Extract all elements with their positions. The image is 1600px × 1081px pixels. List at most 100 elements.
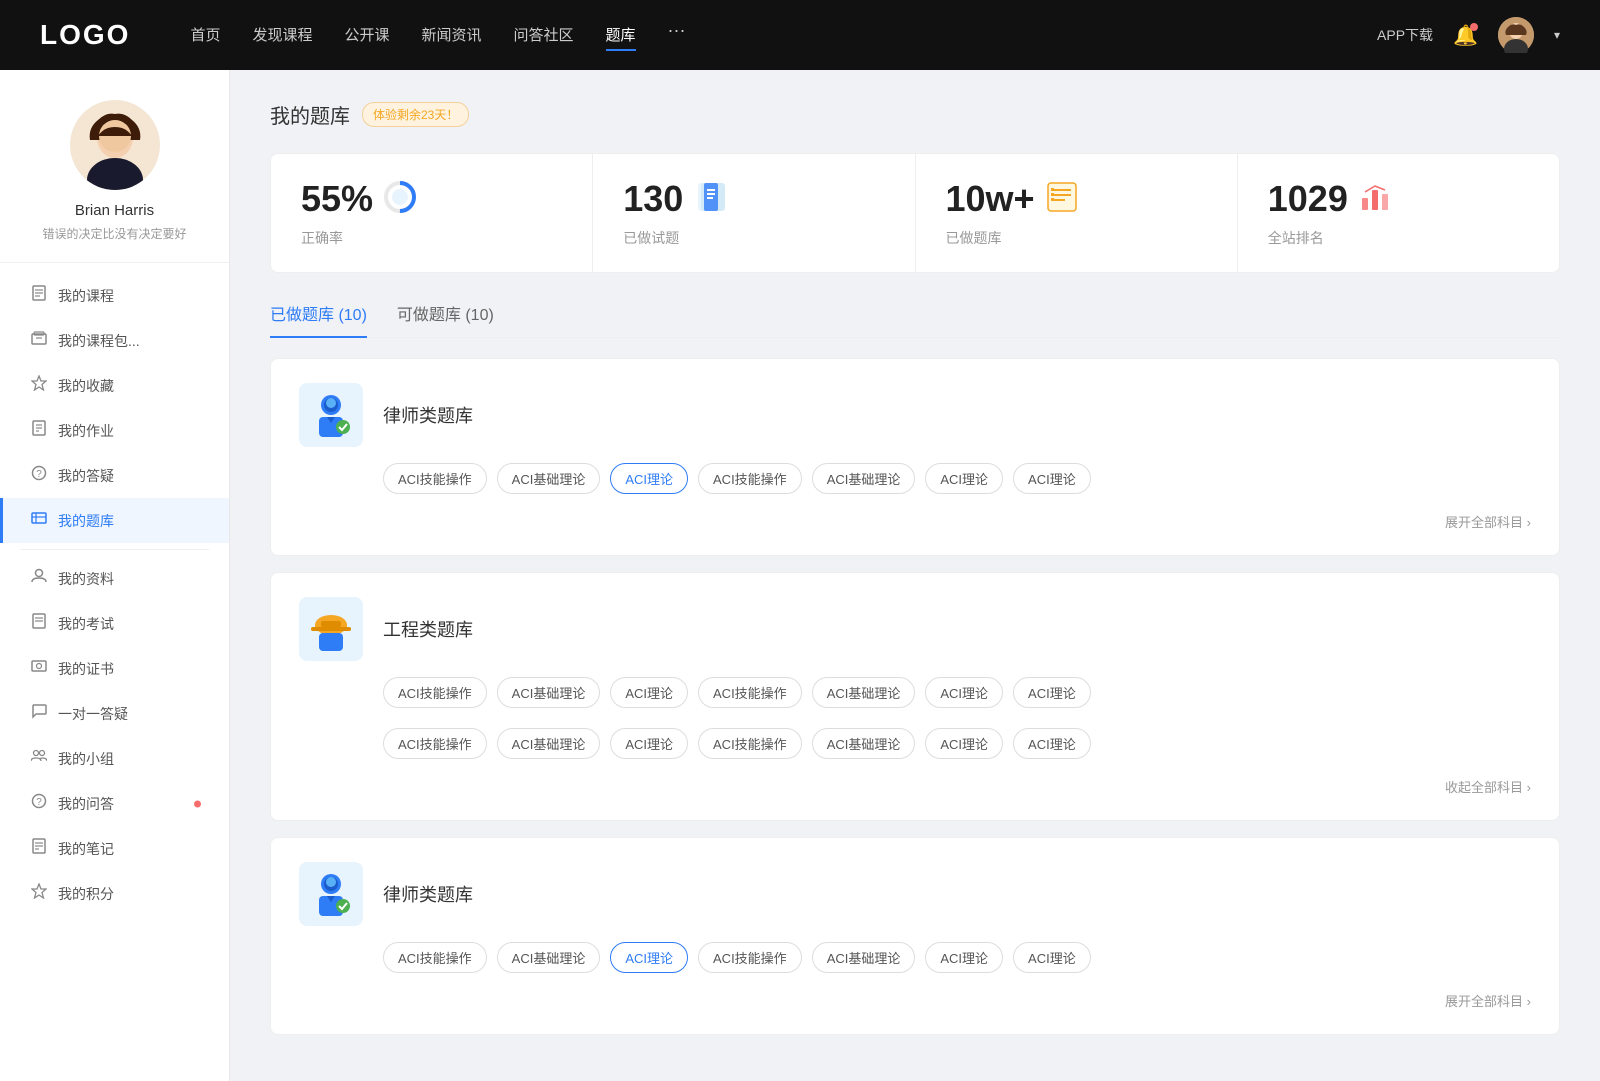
eng-tag-13[interactable]: ACI理论 <box>1013 728 1091 759</box>
sidebar-item-notes[interactable]: 我的笔记 <box>0 826 229 871</box>
law2-tag-3[interactable]: ACI技能操作 <box>698 942 802 973</box>
eng-tag-9[interactable]: ACI理论 <box>610 728 688 759</box>
eng-tag-2[interactable]: ACI理论 <box>610 677 688 708</box>
nav-right: APP下载 🔔 ▾ <box>1377 17 1560 53</box>
accuracy-value: 55% <box>301 178 373 220</box>
list-icon <box>1045 180 1079 219</box>
nav-discover[interactable]: 发现课程 <box>252 20 312 51</box>
eng-tag-4[interactable]: ACI基础理论 <box>812 677 916 708</box>
qbank-tags-1: ACI技能操作 ACI基础理论 ACI理论 ACI技能操作 ACI基础理论 AC… <box>299 463 1531 531</box>
sidebar-item-1on1[interactable]: 一对一答疑 <box>0 691 229 736</box>
accuracy-label: 正确率 <box>301 228 562 248</box>
sidebar-item-my-course[interactable]: 我的课程 <box>0 273 229 318</box>
expand-link-1[interactable]: 展开全部科目 › <box>383 504 1531 531</box>
sidebar-item-course-pack[interactable]: 我的课程包... <box>0 318 229 363</box>
eng-tag-1[interactable]: ACI基础理论 <box>497 677 601 708</box>
nav-news[interactable]: 新闻资讯 <box>422 20 482 51</box>
question-bank-icon <box>30 510 48 531</box>
sidebar-item-profile[interactable]: 我的资料 <box>0 556 229 601</box>
sidebar-item-exam[interactable]: 我的考试 <box>0 601 229 646</box>
expand-link-3[interactable]: 展开全部科目 › <box>383 983 1531 1010</box>
navbar: LOGO 首页 发现课程 公开课 新闻资讯 问答社区 题库 ··· APP下载 … <box>0 0 1600 70</box>
stat-banks-done: 10w+ 已做题库 <box>916 154 1238 272</box>
nav-question-bank[interactable]: 题库 <box>606 20 636 51</box>
sidebar-item-group[interactable]: 我的小组 <box>0 736 229 781</box>
stat-top-accuracy: 55% <box>301 178 562 220</box>
group-icon <box>30 748 48 769</box>
law2-tag-6[interactable]: ACI理论 <box>1013 942 1091 973</box>
stats-row: 55% 正确率 130 <box>270 153 1560 273</box>
note-icon <box>693 180 727 219</box>
sidebar-item-certificate[interactable]: 我的证书 <box>0 646 229 691</box>
nav-more[interactable]: ··· <box>668 20 686 51</box>
nav-chevron-icon[interactable]: ▾ <box>1554 28 1560 42</box>
eng-tag-12[interactable]: ACI理论 <box>925 728 1003 759</box>
eng-tag-5[interactable]: ACI理论 <box>925 677 1003 708</box>
sidebar-item-questions[interactable]: ? 我的答疑 <box>0 453 229 498</box>
banks-label: 已做题库 <box>946 228 1207 248</box>
expand-link-2[interactable]: 收起全部科目 › <box>383 769 1531 796</box>
tag-3[interactable]: ACI技能操作 <box>698 463 802 494</box>
qa-notification-dot <box>194 800 201 807</box>
engineer-icon <box>299 597 363 661</box>
qbank-header-1: 律师类题库 <box>299 383 1531 447</box>
tab-done-banks[interactable]: 已做题库 (10) <box>270 301 367 337</box>
title-row: 我的题库 体验剩余23天！ <box>270 100 1560 129</box>
eng-tag-3[interactable]: ACI技能操作 <box>698 677 802 708</box>
law2-tag-4[interactable]: ACI基础理论 <box>812 942 916 973</box>
sidebar-item-label: 我的积分 <box>58 884 114 904</box>
eng-tag-6[interactable]: ACI理论 <box>1013 677 1091 708</box>
tag-0[interactable]: ACI技能操作 <box>383 463 487 494</box>
nav-avatar[interactable] <box>1498 17 1534 53</box>
law2-tag-5[interactable]: ACI理论 <box>925 942 1003 973</box>
nav-home[interactable]: 首页 <box>190 20 220 51</box>
stat-top-ranking: 1029 <box>1268 178 1529 220</box>
qbank-title-1: 律师类题库 <box>383 402 473 428</box>
eng-tag-0[interactable]: ACI技能操作 <box>383 677 487 708</box>
lawyer-icon-1 <box>299 383 363 447</box>
eng-tag-11[interactable]: ACI基础理论 <box>812 728 916 759</box>
homework-icon <box>30 420 48 441</box>
tag-2-active[interactable]: ACI理论 <box>610 463 688 494</box>
nav-bell-button[interactable]: 🔔 <box>1453 23 1478 48</box>
nav-app-download[interactable]: APP下载 <box>1377 25 1433 45</box>
tag-4[interactable]: ACI基础理论 <box>812 463 916 494</box>
certificate-icon <box>30 658 48 679</box>
qbank-title-2: 工程类题库 <box>383 616 473 642</box>
law2-tag-0[interactable]: ACI技能操作 <box>383 942 487 973</box>
stat-top-questions: 130 <box>623 178 884 220</box>
points-icon <box>30 883 48 904</box>
tag-6[interactable]: ACI理论 <box>1013 463 1091 494</box>
sidebar-item-homework[interactable]: 我的作业 <box>0 408 229 453</box>
eng-tag-8[interactable]: ACI基础理论 <box>497 728 601 759</box>
law2-tag-1[interactable]: ACI基础理论 <box>497 942 601 973</box>
chat-icon <box>30 703 48 724</box>
profile-avatar <box>70 100 160 190</box>
question-icon: ? <box>30 465 48 486</box>
tag-1[interactable]: ACI基础理论 <box>497 463 601 494</box>
ranking-value: 1029 <box>1268 178 1348 220</box>
sidebar-item-question-bank[interactable]: 我的题库 <box>0 498 229 543</box>
menu-divider-1 <box>20 549 209 550</box>
course-pack-icon <box>30 330 48 351</box>
sidebar-item-points[interactable]: 我的积分 <box>0 871 229 916</box>
nav-qa[interactable]: 问答社区 <box>514 20 574 51</box>
qbank-title-3: 律师类题库 <box>383 881 473 907</box>
ranking-label: 全站排名 <box>1268 228 1529 248</box>
nav-logo: LOGO <box>40 19 130 51</box>
tab-available-banks[interactable]: 可做题库 (10) <box>397 301 494 337</box>
stat-accuracy: 55% 正确率 <box>271 154 593 272</box>
law2-tag-2-active[interactable]: ACI理论 <box>610 942 688 973</box>
page-layout: Brian Harris 错误的决定比没有决定要好 我的课程 我的课程包... <box>0 0 1600 1081</box>
sidebar-item-label: 我的课程包... <box>58 331 140 351</box>
pie-chart-icon <box>383 180 417 219</box>
tag-5[interactable]: ACI理论 <box>925 463 1003 494</box>
sidebar-item-my-qa[interactable]: ? 我的问答 <box>0 781 229 826</box>
eng-tag-7[interactable]: ACI技能操作 <box>383 728 487 759</box>
tabs-row: 已做题库 (10) 可做题库 (10) <box>270 301 1560 338</box>
sidebar-item-label: 我的作业 <box>58 421 114 441</box>
sidebar-item-favorites[interactable]: 我的收藏 <box>0 363 229 408</box>
nav-open-course[interactable]: 公开课 <box>344 20 389 51</box>
eng-tag-10[interactable]: ACI技能操作 <box>698 728 802 759</box>
sidebar-menu: 我的课程 我的课程包... 我的收藏 我的作业 <box>0 263 229 926</box>
